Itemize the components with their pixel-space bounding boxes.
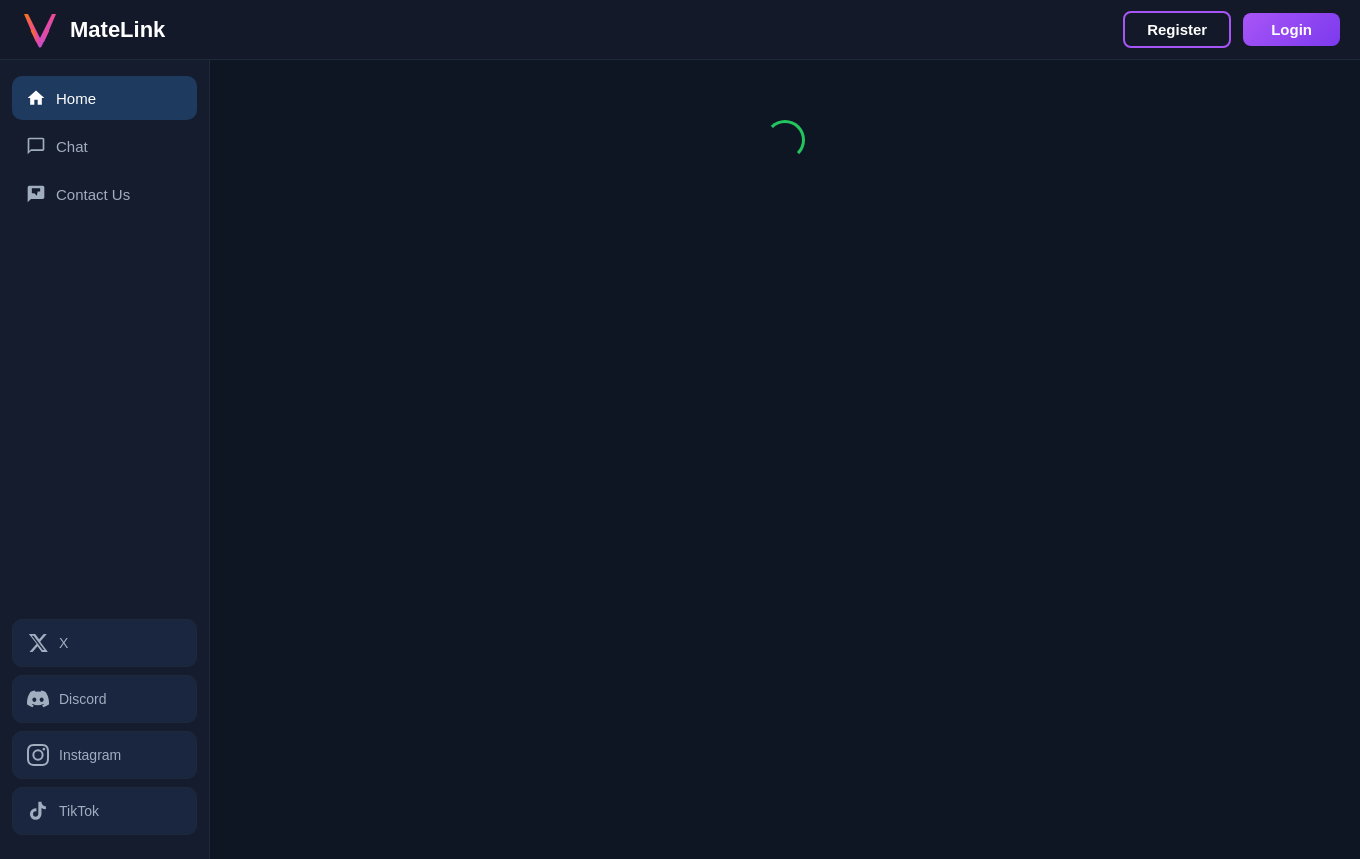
sidebar-item-home-label: Home (56, 90, 96, 107)
contact-icon (26, 184, 46, 204)
social-item-tiktok-label: TikTok (59, 803, 99, 819)
loading-spinner (765, 120, 805, 160)
sidebar-item-chat[interactable]: Chat (12, 124, 197, 168)
sidebar-socials: X Discord Instagram Tik (12, 619, 197, 843)
logo-text: MateLink (70, 17, 165, 43)
body-layout: Home Chat Contact Us (0, 60, 1360, 859)
tiktok-icon (27, 800, 49, 822)
sidebar-item-contact-label: Contact Us (56, 186, 130, 203)
social-item-tiktok[interactable]: TikTok (12, 787, 197, 835)
x-icon (27, 632, 49, 654)
instagram-icon (27, 744, 49, 766)
app-header: MateLink Register Login (0, 0, 1360, 60)
home-icon (26, 88, 46, 108)
sidebar-item-home[interactable]: Home (12, 76, 197, 120)
discord-icon (27, 688, 49, 710)
logo-icon (20, 10, 60, 50)
social-item-discord-label: Discord (59, 691, 106, 707)
chat-icon (26, 136, 46, 156)
header-actions: Register Login (1123, 11, 1340, 48)
social-item-x-label: X (59, 635, 68, 651)
loading-spinner-container (765, 120, 805, 160)
main-content (210, 60, 1360, 859)
social-item-instagram[interactable]: Instagram (12, 731, 197, 779)
sidebar-nav: Home Chat Contact Us (12, 76, 197, 619)
login-button[interactable]: Login (1243, 13, 1340, 46)
sidebar-item-contact[interactable]: Contact Us (12, 172, 197, 216)
sidebar-item-chat-label: Chat (56, 138, 88, 155)
register-button[interactable]: Register (1123, 11, 1231, 48)
sidebar: Home Chat Contact Us (0, 60, 210, 859)
logo[interactable]: MateLink (20, 10, 165, 50)
social-item-x[interactable]: X (12, 619, 197, 667)
social-item-instagram-label: Instagram (59, 747, 121, 763)
social-item-discord[interactable]: Discord (12, 675, 197, 723)
